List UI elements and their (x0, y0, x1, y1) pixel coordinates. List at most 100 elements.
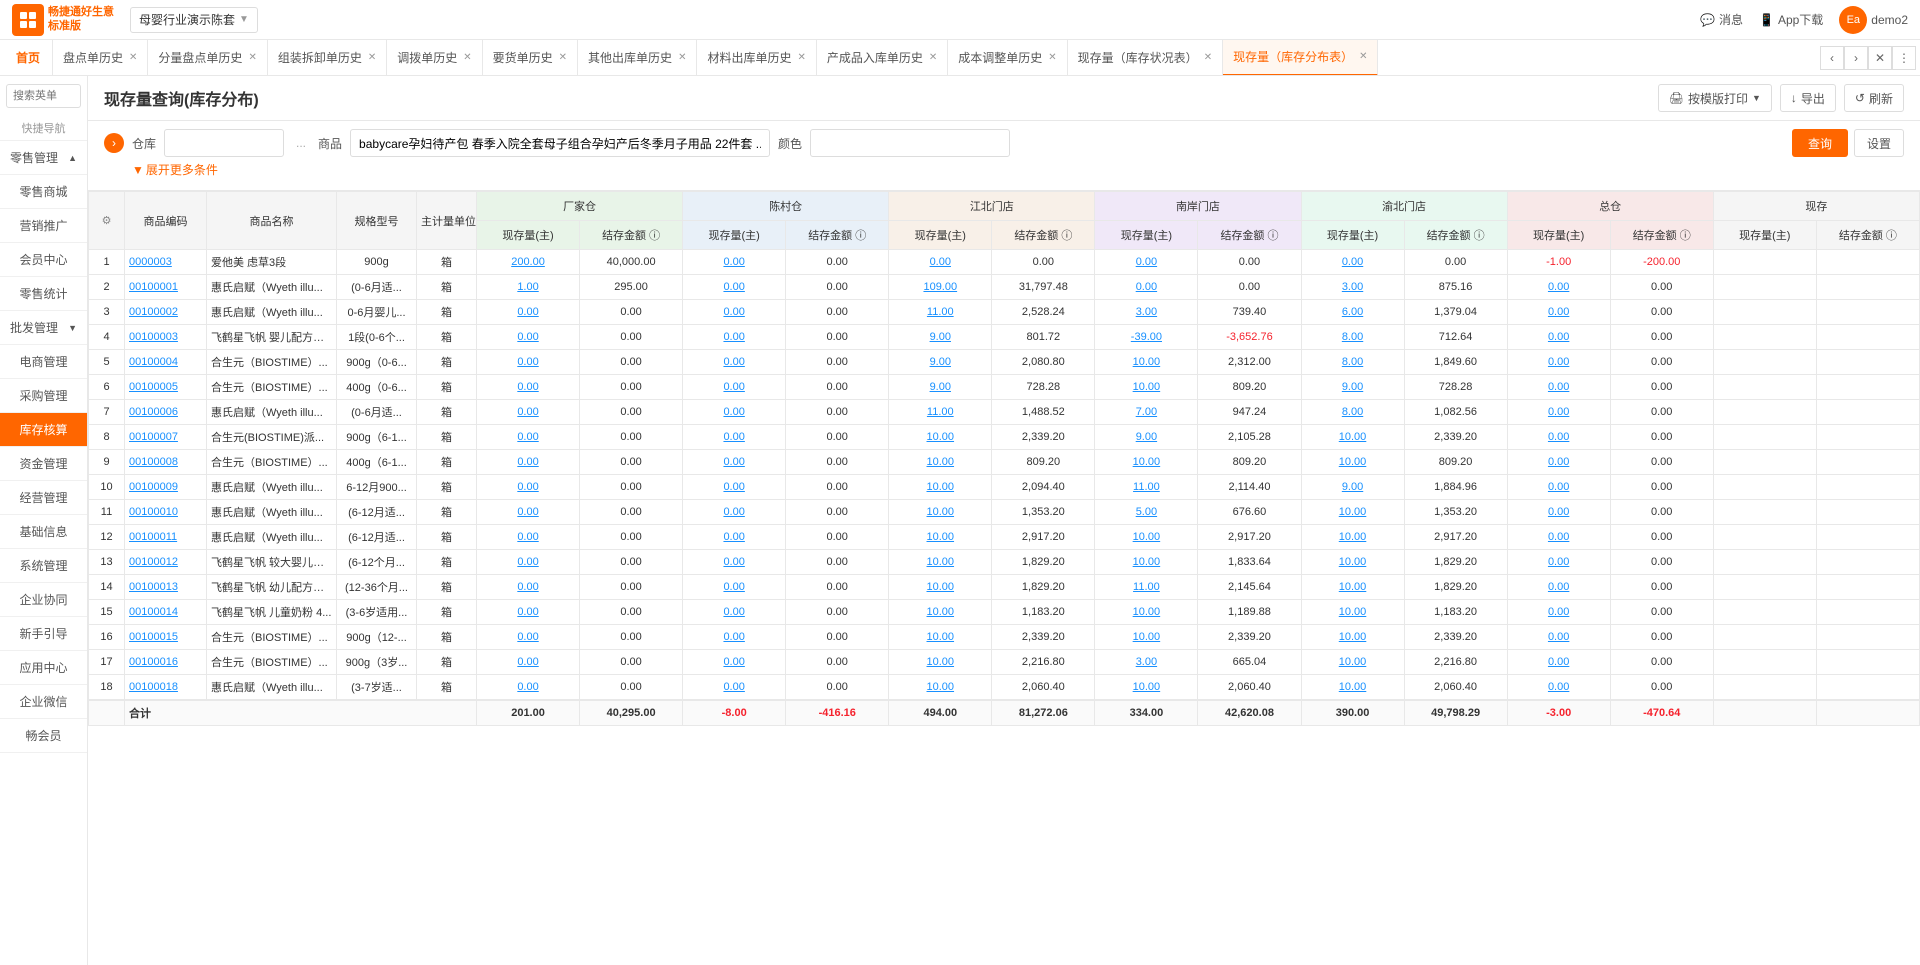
row-c3-qty[interactable]: 11.00 (889, 300, 992, 325)
row-c3-qty[interactable]: 10.00 (889, 625, 992, 650)
sidebar-item-jingying[interactable]: 经营管理 (0, 481, 87, 515)
row-c1-qty[interactable]: 0.00 (477, 400, 580, 425)
row-c5-qty[interactable]: 8.00 (1301, 400, 1404, 425)
row-code[interactable]: 00100001 (125, 275, 207, 300)
row-c3-qty[interactable]: 109.00 (889, 275, 992, 300)
sidebar-item-lingshouggl[interactable]: 零售管理 ▲ (0, 141, 87, 175)
row-total-qty[interactable]: 0.00 (1507, 275, 1610, 300)
row-c3-qty[interactable]: 10.00 (889, 475, 992, 500)
row-c4-qty[interactable]: 10.00 (1095, 550, 1198, 575)
close-icon[interactable]: ✕ (1359, 51, 1367, 62)
query-btn[interactable]: 查询 (1792, 129, 1848, 157)
row-c1-qty[interactable]: 0.00 (477, 425, 580, 450)
row-c1-qty[interactable]: 200.00 (477, 250, 580, 275)
row-c4-qty[interactable]: 0.00 (1095, 275, 1198, 300)
row-c3-qty[interactable]: 10.00 (889, 450, 992, 475)
expand-btn[interactable]: ▼ 展开更多条件 (132, 161, 218, 178)
row-c4-qty[interactable]: 5.00 (1095, 500, 1198, 525)
message-btn[interactable]: 💬 消息 (1700, 11, 1743, 28)
row-c1-qty[interactable]: 0.00 (477, 525, 580, 550)
row-code[interactable]: 00100012 (125, 550, 207, 575)
row-code[interactable]: 00100006 (125, 400, 207, 425)
tab-zuzhuang[interactable]: 组装拆卸单历史 ✕ (268, 40, 387, 76)
nav-close-btn[interactable]: ✕ (1868, 46, 1892, 70)
row-c3-qty[interactable]: 9.00 (889, 375, 992, 400)
row-code[interactable]: 00100002 (125, 300, 207, 325)
setting-btn[interactable]: 设置 (1854, 129, 1904, 157)
row-c2-qty[interactable]: 0.00 (683, 525, 786, 550)
row-c1-qty[interactable]: 0.00 (477, 375, 580, 400)
row-code[interactable]: 00100005 (125, 375, 207, 400)
row-c5-qty[interactable]: 8.00 (1301, 325, 1404, 350)
row-c4-qty[interactable]: -39.00 (1095, 325, 1198, 350)
search-input[interactable] (6, 84, 81, 108)
row-c4-qty[interactable]: 3.00 (1095, 300, 1198, 325)
row-c3-qty[interactable]: 10.00 (889, 650, 992, 675)
row-c5-qty[interactable]: 8.00 (1301, 350, 1404, 375)
row-c2-qty[interactable]: 0.00 (683, 550, 786, 575)
sidebar-item-qiye[interactable]: 企业协同 (0, 583, 87, 617)
sidebar-item-yingyong[interactable]: 应用中心 (0, 651, 87, 685)
row-total-qty[interactable]: 0.00 (1507, 500, 1610, 525)
sidebar-item-qiyewx[interactable]: 企业微信 (0, 685, 87, 719)
sidebar-item-yingxiao[interactable]: 营销推广 (0, 209, 87, 243)
row-code[interactable]: 00100008 (125, 450, 207, 475)
row-c2-qty[interactable]: 0.00 (683, 600, 786, 625)
row-c3-qty[interactable]: 9.00 (889, 325, 992, 350)
refresh-btn[interactable]: ↺ 刷新 (1844, 84, 1904, 112)
row-total-qty[interactable]: 0.00 (1507, 600, 1610, 625)
row-code[interactable]: 00100015 (125, 625, 207, 650)
row-c4-qty[interactable]: 10.00 (1095, 525, 1198, 550)
row-c4-qty[interactable]: 10.00 (1095, 450, 1198, 475)
warehouse-input[interactable] (164, 129, 284, 157)
row-total-qty[interactable]: 0.00 (1507, 625, 1610, 650)
row-c5-qty[interactable]: 10.00 (1301, 600, 1404, 625)
row-total-qty[interactable]: 0.00 (1507, 575, 1610, 600)
row-c3-qty[interactable]: 10.00 (889, 425, 992, 450)
row-c4-qty[interactable]: 9.00 (1095, 425, 1198, 450)
row-c3-qty[interactable]: 10.00 (889, 525, 992, 550)
app-download-btn[interactable]: 📱 App下载 (1759, 11, 1823, 28)
row-c5-qty[interactable]: 10.00 (1301, 450, 1404, 475)
close-icon[interactable]: ✕ (797, 52, 805, 63)
row-total-qty[interactable]: 0.00 (1507, 400, 1610, 425)
row-code[interactable]: 00100007 (125, 425, 207, 450)
row-c5-qty[interactable]: 10.00 (1301, 525, 1404, 550)
row-c1-qty[interactable]: 0.00 (477, 625, 580, 650)
tab-home[interactable]: 首页 (4, 40, 53, 76)
row-c4-qty[interactable]: 3.00 (1095, 650, 1198, 675)
row-c5-qty[interactable]: 9.00 (1301, 375, 1404, 400)
close-icon[interactable]: ✕ (368, 52, 376, 63)
sidebar-item-caigou[interactable]: 采购管理 (0, 379, 87, 413)
row-c2-qty[interactable]: 0.00 (683, 300, 786, 325)
row-c5-qty[interactable]: 9.00 (1301, 475, 1404, 500)
row-c1-qty[interactable]: 0.00 (477, 450, 580, 475)
row-c1-qty[interactable]: 1.00 (477, 275, 580, 300)
row-total-qty[interactable]: 0.00 (1507, 425, 1610, 450)
row-c2-qty[interactable]: 0.00 (683, 275, 786, 300)
close-icon[interactable]: ✕ (929, 52, 937, 63)
row-total-qty[interactable]: 0.00 (1507, 550, 1610, 575)
row-code[interactable]: 00100009 (125, 475, 207, 500)
row-c5-qty[interactable]: 6.00 (1301, 300, 1404, 325)
row-c5-qty[interactable]: 10.00 (1301, 425, 1404, 450)
sidebar-item-xitong[interactable]: 系统管理 (0, 549, 87, 583)
row-code[interactable]: 00100004 (125, 350, 207, 375)
row-c2-qty[interactable]: 0.00 (683, 350, 786, 375)
row-code[interactable]: 00100013 (125, 575, 207, 600)
sidebar-item-changy[interactable]: 畅会员 (0, 719, 87, 753)
row-c4-qty[interactable]: 0.00 (1095, 250, 1198, 275)
row-total-qty[interactable]: 0.00 (1507, 450, 1610, 475)
row-code[interactable]: 00100010 (125, 500, 207, 525)
tab-cailiao[interactable]: 材料出库单历史 ✕ (697, 40, 816, 76)
row-c1-qty[interactable]: 0.00 (477, 325, 580, 350)
row-code[interactable]: 00100011 (125, 525, 207, 550)
row-code[interactable]: 0000003 (125, 250, 207, 275)
row-c1-qty[interactable]: 0.00 (477, 500, 580, 525)
tab-xuncun-dist[interactable]: 现存量（库存分布表） ✕ (1223, 40, 1378, 76)
row-code[interactable]: 00100016 (125, 650, 207, 675)
row-c5-qty[interactable]: 10.00 (1301, 625, 1404, 650)
row-c4-qty[interactable]: 10.00 (1095, 375, 1198, 400)
row-code[interactable]: 00100018 (125, 675, 207, 701)
user-area[interactable]: Ea demo2 (1839, 6, 1908, 34)
